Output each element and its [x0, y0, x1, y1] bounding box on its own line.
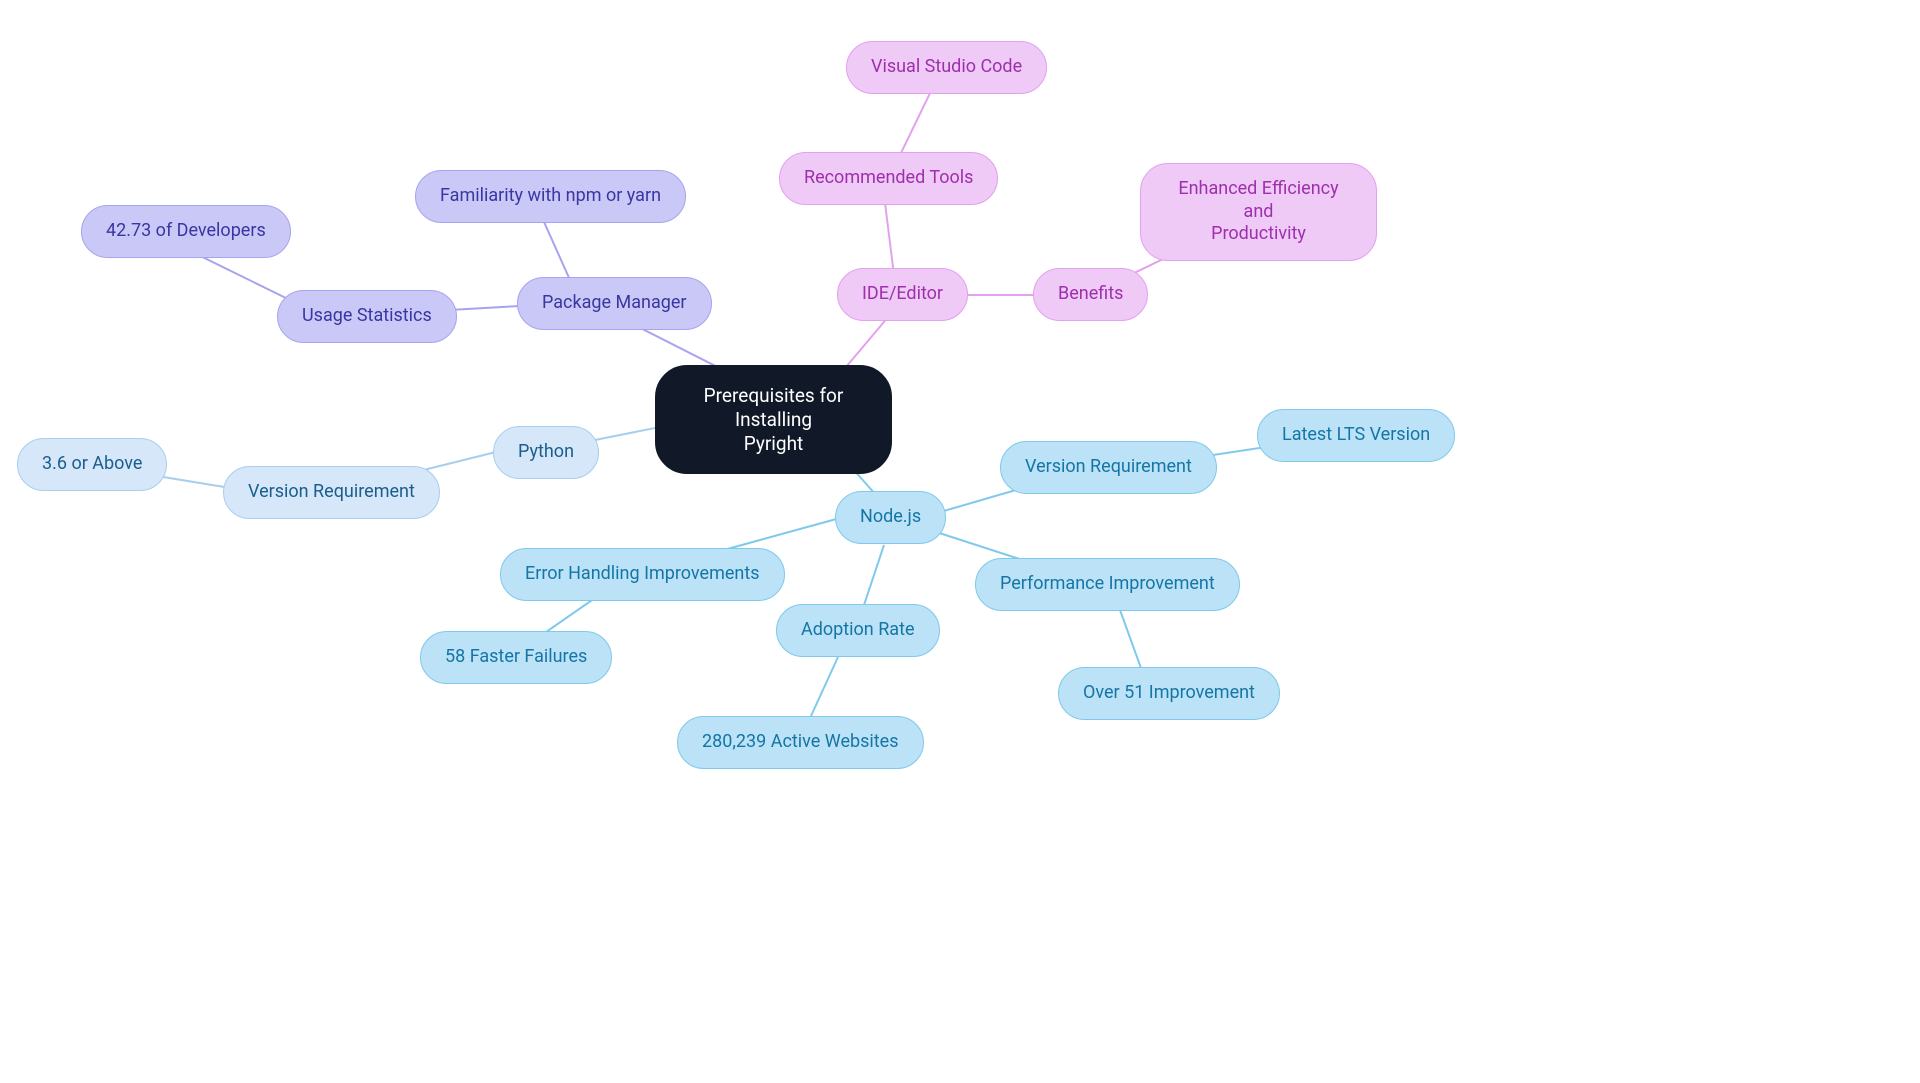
- nodejs-node[interactable]: Node.js: [835, 491, 946, 544]
- ide-benefits-node[interactable]: Benefits: [1033, 268, 1148, 321]
- nodejs-version-value-node[interactable]: Latest LTS Version: [1257, 409, 1455, 462]
- nodejs-adoption-value-node[interactable]: 280,239 Active Websites: [677, 716, 924, 769]
- nodejs-error-node[interactable]: Error Handling Improvements: [500, 548, 785, 601]
- pkg-familiarity-node[interactable]: Familiarity with npm or yarn: [415, 170, 686, 223]
- nodejs-perf-node[interactable]: Performance Improvement: [975, 558, 1240, 611]
- nodejs-version-req-node[interactable]: Version Requirement: [1000, 441, 1217, 494]
- ide-tools-value-node[interactable]: Visual Studio Code: [846, 41, 1047, 94]
- ide-tools-node[interactable]: Recommended Tools: [779, 152, 998, 205]
- ide-benefits-value-node[interactable]: Enhanced Efficiency andProductivity: [1140, 163, 1377, 261]
- python-node[interactable]: Python: [493, 426, 599, 479]
- python-version-value-node[interactable]: 3.6 or Above: [17, 438, 167, 491]
- pkg-node[interactable]: Package Manager: [517, 277, 712, 330]
- nodejs-error-value-node[interactable]: 58 Faster Failures: [420, 631, 612, 684]
- ide-node[interactable]: IDE/Editor: [837, 268, 968, 321]
- mindmap-canvas: Prerequisites for InstallingPyright Pyth…: [0, 0, 1920, 1083]
- nodejs-adoption-node[interactable]: Adoption Rate: [776, 604, 940, 657]
- pkg-stats-value-node[interactable]: 42.73 of Developers: [81, 205, 291, 258]
- nodejs-perf-value-node[interactable]: Over 51 Improvement: [1058, 667, 1280, 720]
- python-version-req-node[interactable]: Version Requirement: [223, 466, 440, 519]
- pkg-stats-node[interactable]: Usage Statistics: [277, 290, 457, 343]
- root-node[interactable]: Prerequisites for InstallingPyright: [655, 365, 892, 474]
